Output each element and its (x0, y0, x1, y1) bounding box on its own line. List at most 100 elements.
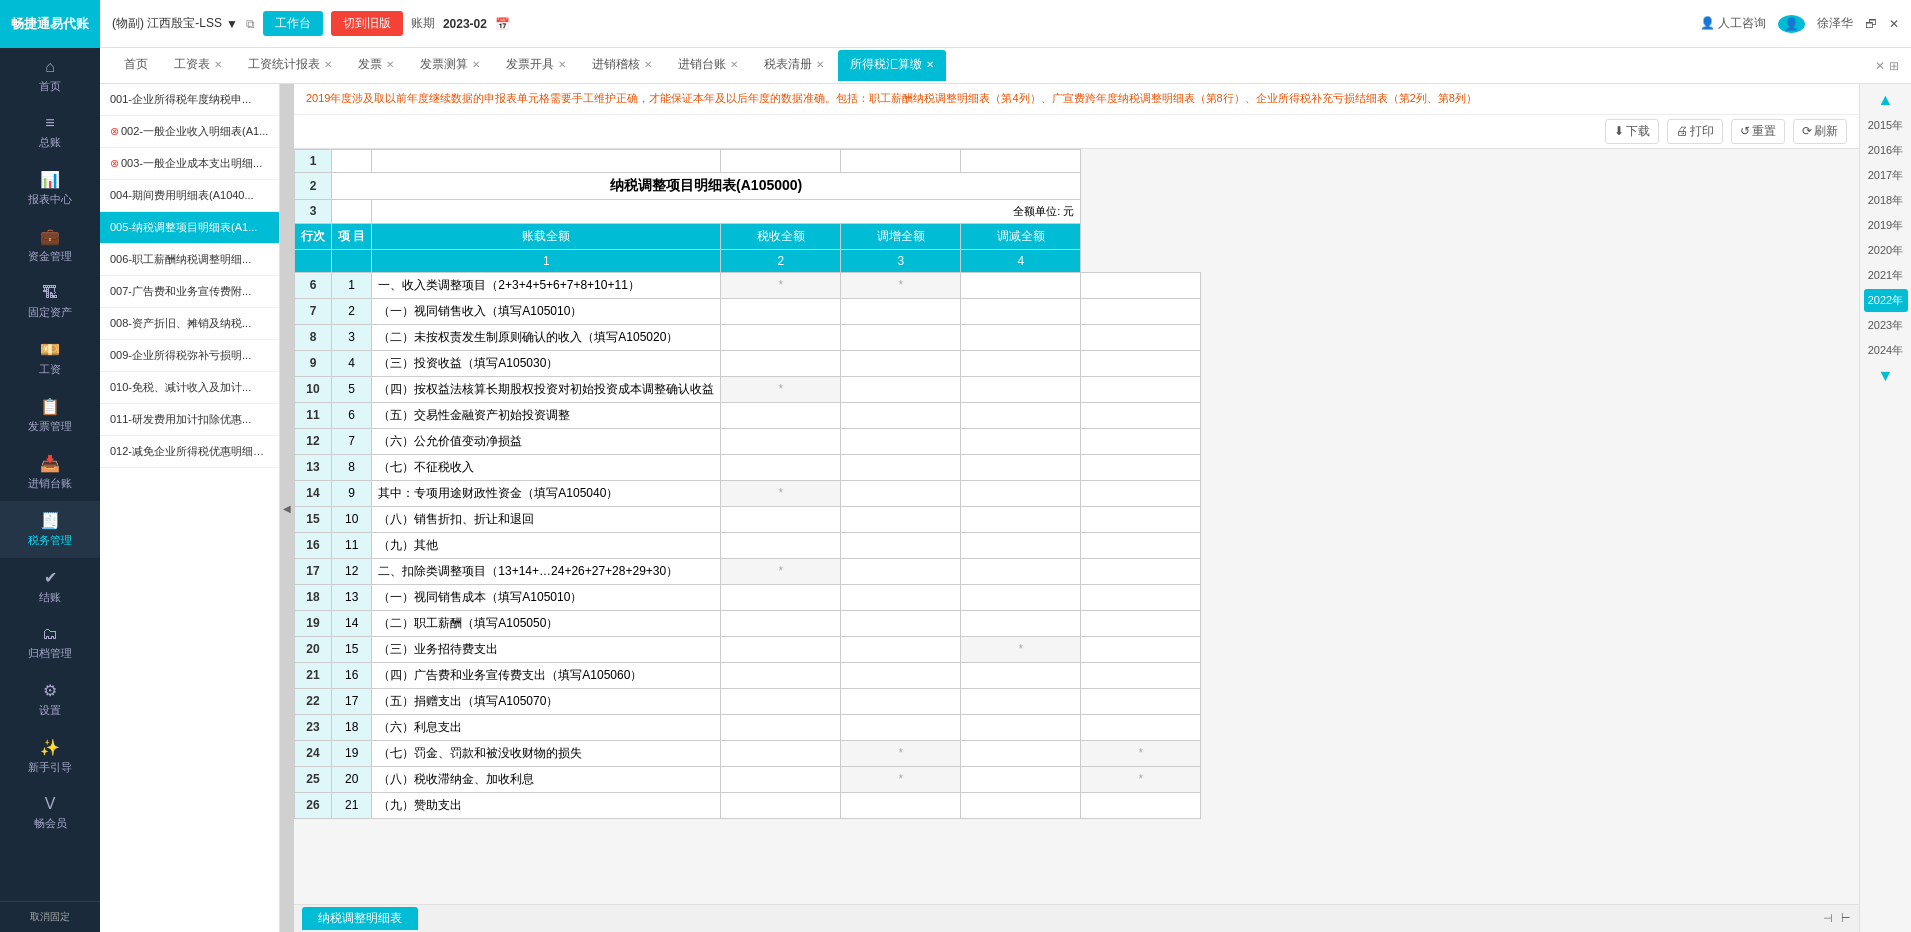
c3-17[interactable] (961, 558, 1081, 584)
c1-22[interactable] (721, 688, 841, 714)
left-panel-item-003[interactable]: ⊗003-一般企业成本支出明细... (100, 148, 279, 180)
c3-16[interactable] (961, 532, 1081, 558)
calendar-icon[interactable]: 📅 (495, 17, 510, 31)
c2-7[interactable] (841, 298, 961, 324)
c3-15[interactable] (961, 506, 1081, 532)
c1-15[interactable] (721, 506, 841, 532)
c1-20[interactable] (721, 636, 841, 662)
unpin-sidebar-button[interactable]: 取消固定 (0, 901, 100, 932)
company-selector[interactable]: (物副) 江西殷宝-LSS ▼ (112, 15, 238, 32)
left-panel-item-002[interactable]: ⊗002-一般企业收入明细表(A1... (100, 116, 279, 148)
tab-payroll[interactable]: 工资表✕ (162, 50, 234, 81)
c4-25[interactable]: * (1081, 766, 1201, 792)
c2-23[interactable] (841, 714, 961, 740)
c2-15[interactable] (841, 506, 961, 532)
c3-12[interactable] (961, 428, 1081, 454)
c1-17[interactable]: * (721, 558, 841, 584)
c3-22[interactable] (961, 688, 1081, 714)
c1-8[interactable] (721, 324, 841, 350)
print-button[interactable]: 🖨 打印 (1667, 119, 1723, 144)
tab-close-payroll[interactable]: ✕ (214, 59, 222, 70)
c4-20[interactable] (1081, 636, 1201, 662)
c4-8[interactable] (1081, 324, 1201, 350)
tab-tax-clear[interactable]: 税表清册✕ (752, 50, 836, 81)
c2-12[interactable] (841, 428, 961, 454)
c3-24[interactable] (961, 740, 1081, 766)
year-btn-2019[interactable]: 2019年 (1864, 214, 1908, 237)
c4-21[interactable] (1081, 662, 1201, 688)
c1-11[interactable] (721, 402, 841, 428)
c1-12[interactable] (721, 428, 841, 454)
c3-26[interactable] (961, 792, 1081, 818)
sidebar-item-fixed-asset[interactable]: 🏗固定资产 (0, 274, 100, 330)
c2-16[interactable] (841, 532, 961, 558)
year-scroll-down[interactable]: ▼ (1864, 364, 1908, 388)
c3-6[interactable] (961, 272, 1081, 298)
tab-close-invoice[interactable]: ✕ (386, 59, 394, 70)
c4-11[interactable] (1081, 402, 1201, 428)
sidebar-item-ledger[interactable]: ≡总账 (0, 104, 100, 160)
tab-invoice[interactable]: 发票✕ (346, 50, 406, 81)
c4-26[interactable] (1081, 792, 1201, 818)
tab-income-tax[interactable]: 所得税汇算缴✕ (838, 50, 946, 81)
tab-invoice-calc[interactable]: 发票测算✕ (408, 50, 492, 81)
c2-9[interactable] (841, 350, 961, 376)
bottom-tab[interactable]: 纳税调整明细表 (302, 907, 418, 930)
tab-close-import-ledger[interactable]: ✕ (730, 59, 738, 70)
year-btn-2020[interactable]: 2020年 (1864, 239, 1908, 262)
sidebar-item-payroll[interactable]: 💴工资 (0, 330, 100, 387)
sidebar-item-settlement[interactable]: ✔结账 (0, 558, 100, 615)
company-dropdown-icon[interactable]: ▼ (226, 17, 238, 31)
c2-25[interactable]: * (841, 766, 961, 792)
restore-button[interactable]: 🗗 (1865, 17, 1877, 31)
tab-close-import-check[interactable]: ✕ (644, 59, 652, 70)
tab-close-payroll-stats[interactable]: ✕ (324, 59, 332, 70)
c3-7[interactable] (961, 298, 1081, 324)
c4-22[interactable] (1081, 688, 1201, 714)
year-btn-2021[interactable]: 2021年 (1864, 264, 1908, 287)
c2-6[interactable]: * (841, 272, 961, 298)
sidebar-item-tax-mgmt[interactable]: 🧾税务管理 (0, 501, 100, 558)
tab-import-check[interactable]: 进销稽核✕ (580, 50, 664, 81)
expand-button[interactable]: ⊞ (1889, 59, 1899, 73)
c2-17[interactable] (841, 558, 961, 584)
c1-21[interactable] (721, 662, 841, 688)
service-button[interactable]: 👤 人工咨询 (1700, 15, 1766, 32)
c3-8[interactable] (961, 324, 1081, 350)
left-panel-item-009[interactable]: 009-企业所得税弥补亏损明... (100, 340, 279, 372)
c3-11[interactable] (961, 402, 1081, 428)
left-panel-item-012[interactable]: 012-减免企业所得税优惠明细表(... (100, 436, 279, 468)
c3-9[interactable] (961, 350, 1081, 376)
sidebar-item-invoice-mgmt[interactable]: 📋发票管理 (0, 387, 100, 444)
c3-18[interactable] (961, 584, 1081, 610)
c3-20[interactable]: * (961, 636, 1081, 662)
left-panel-item-005[interactable]: 005-纳税调整项目明细表(A1... (100, 212, 279, 244)
c3-25[interactable] (961, 766, 1081, 792)
year-btn-2023[interactable]: 2023年 (1864, 314, 1908, 337)
tab-close-invoice-calc[interactable]: ✕ (472, 59, 480, 70)
c2-8[interactable] (841, 324, 961, 350)
c2-18[interactable] (841, 584, 961, 610)
c4-24[interactable]: * (1081, 740, 1201, 766)
year-btn-2016[interactable]: 2016年 (1864, 139, 1908, 162)
c4-6[interactable] (1081, 272, 1201, 298)
year-btn-2015[interactable]: 2015年 (1864, 114, 1908, 137)
c1-26[interactable] (721, 792, 841, 818)
c1-18[interactable] (721, 584, 841, 610)
c4-16[interactable] (1081, 532, 1201, 558)
c1-10[interactable]: * (721, 376, 841, 402)
c2-20[interactable] (841, 636, 961, 662)
sidebar-item-asset-mgmt[interactable]: 💼资金管理 (0, 217, 100, 274)
copy-icon[interactable]: ⧉ (246, 17, 255, 31)
left-panel-item-008[interactable]: 008-资产折旧、摊销及纳税... (100, 308, 279, 340)
c1-24[interactable] (721, 740, 841, 766)
c1-14[interactable]: * (721, 480, 841, 506)
c4-23[interactable] (1081, 714, 1201, 740)
tab-payroll-stats[interactable]: 工资统计报表✕ (236, 50, 344, 81)
c4-10[interactable] (1081, 376, 1201, 402)
refresh-button[interactable]: ⟳ 刷新 (1793, 119, 1847, 144)
sidebar-item-new-guide[interactable]: ✨新手引导 (0, 728, 100, 785)
c4-7[interactable] (1081, 298, 1201, 324)
tab-close-invoice-open[interactable]: ✕ (558, 59, 566, 70)
c4-9[interactable] (1081, 350, 1201, 376)
